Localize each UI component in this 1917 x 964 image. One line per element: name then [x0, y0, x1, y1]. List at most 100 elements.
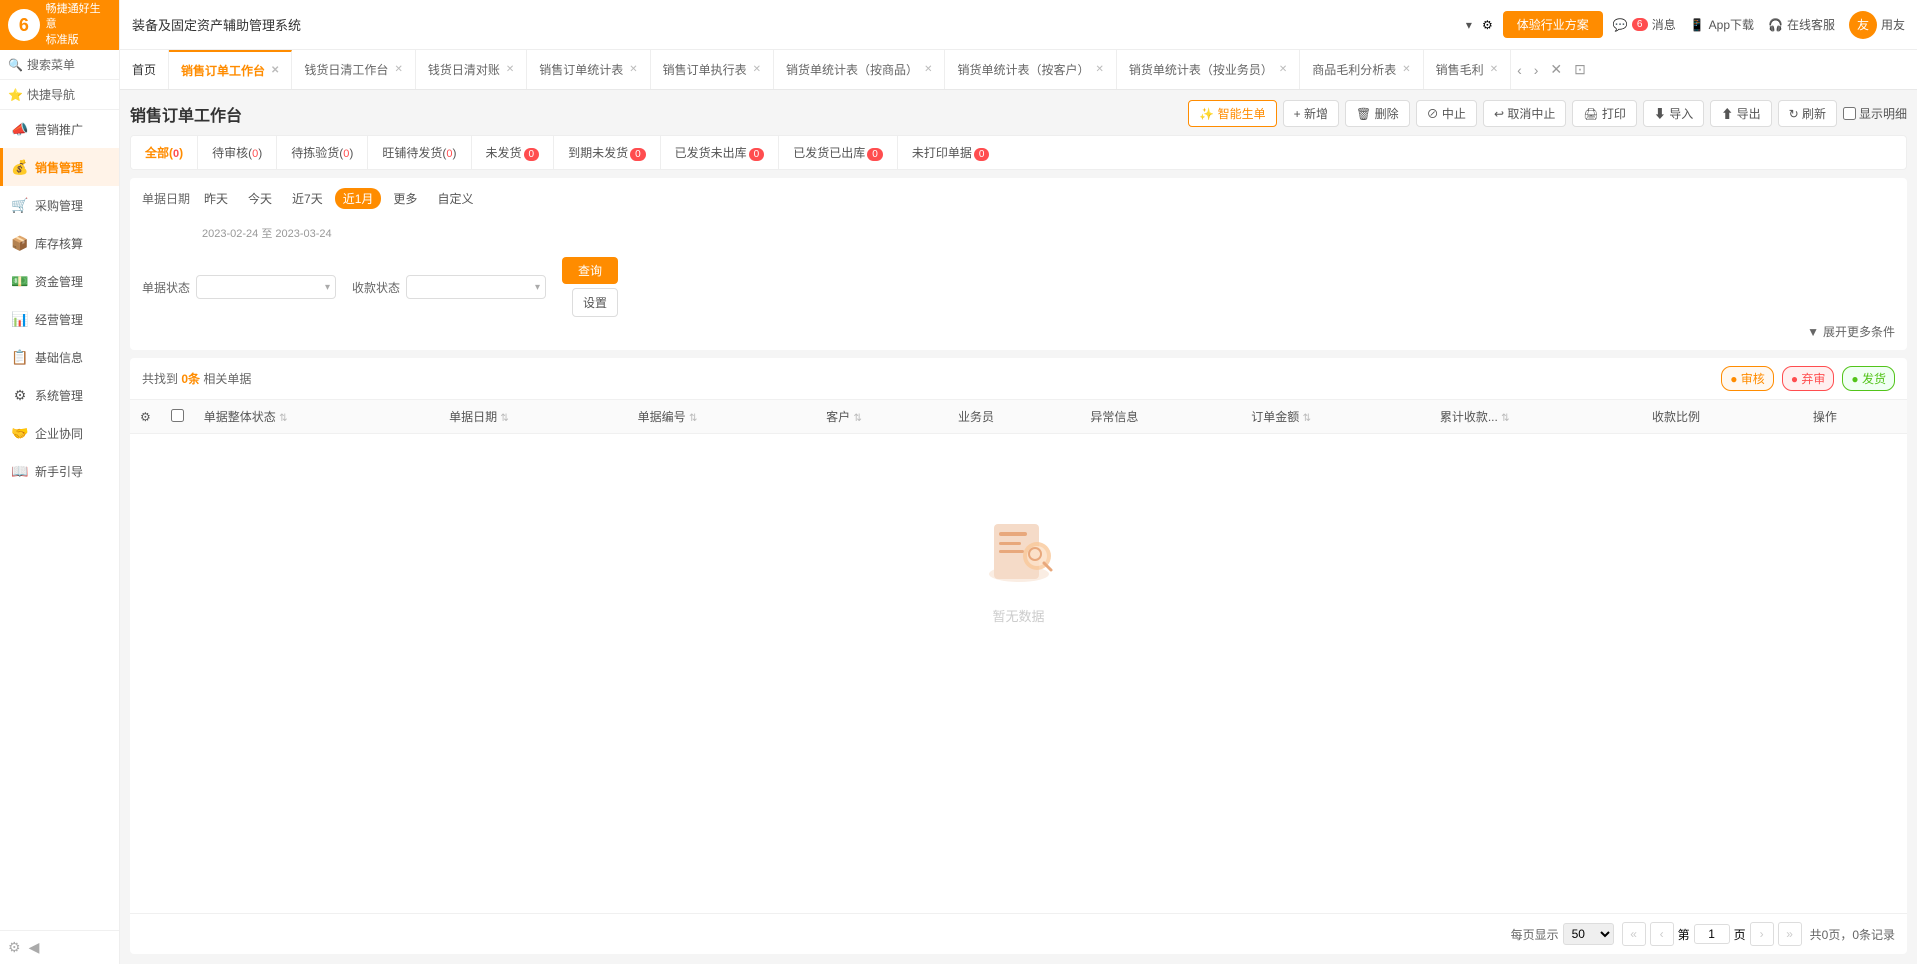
- sidebar-quick-nav[interactable]: ⭐ 快捷导航: [0, 80, 119, 110]
- tab-close-cash-reconcile[interactable]: ✕: [506, 64, 514, 75]
- sort-amount[interactable]: ⇅: [1303, 413, 1311, 424]
- tab-sales-order[interactable]: 销售订单工作台✕: [169, 50, 292, 90]
- export-button[interactable]: ⬆ 导出: [1710, 100, 1771, 127]
- topbar-dropdown[interactable]: ▾: [1466, 18, 1472, 32]
- filter-tab-delivered-in[interactable]: 已发货已出库0: [779, 136, 898, 169]
- tab-margin-analysis[interactable]: 商品毛利分析表 ✕: [1300, 50, 1423, 90]
- date-option-yesterday[interactable]: 昨天: [196, 188, 236, 209]
- sort-status[interactable]: ⇅: [279, 413, 287, 424]
- revoke-button[interactable]: ● 弃审: [1782, 366, 1835, 391]
- filter-tab-not-printed[interactable]: 未打印单据0: [898, 136, 1004, 169]
- audit-button[interactable]: ● 审核: [1721, 366, 1774, 391]
- refresh-button[interactable]: ↻ 刷新: [1778, 100, 1837, 127]
- avatar: 友: [1849, 11, 1877, 39]
- date-option-week[interactable]: 近7天: [284, 188, 331, 209]
- tab-close-sales-sum-staff[interactable]: ✕: [1279, 64, 1287, 75]
- sort-customer[interactable]: ⇅: [854, 413, 862, 424]
- smart-gen-button[interactable]: ✨ 智能生单: [1188, 100, 1276, 127]
- tab-sales-stat[interactable]: 销售订单统计表 ✕: [527, 50, 650, 90]
- delete-button[interactable]: 🗑 删除: [1345, 100, 1410, 127]
- filter-tab-pending[interactable]: 待审核(0): [198, 136, 277, 169]
- message-item[interactable]: 💬 6 消息: [1613, 16, 1676, 33]
- tab-home[interactable]: 首页: [120, 50, 169, 90]
- tab-close-margin-analysis[interactable]: ✕: [1402, 64, 1410, 75]
- sidebar-item-guide[interactable]: 📖新手引导: [0, 452, 119, 490]
- tab-close-sales-sum-product[interactable]: ✕: [924, 64, 932, 75]
- prev-page-button[interactable]: ‹: [1650, 922, 1674, 946]
- import-button[interactable]: ⬇ 导入: [1643, 100, 1704, 127]
- show-detail-checkbox[interactable]: 显示明细: [1843, 105, 1907, 122]
- service-item[interactable]: 🎧 在线客服: [1768, 16, 1835, 33]
- sort-date[interactable]: ⇅: [500, 413, 508, 424]
- tab-scroll-left[interactable]: ‹: [1511, 62, 1528, 78]
- sidebar-item-marketing[interactable]: 📣营销推广: [0, 110, 119, 148]
- sort-number[interactable]: ⇅: [689, 413, 697, 424]
- cancel-stop-button[interactable]: ↩ 取消中止: [1483, 100, 1566, 127]
- app-download-item[interactable]: 📱 App下载: [1690, 16, 1754, 33]
- tab-sales-profit[interactable]: 销售毛利✕: [1424, 50, 1511, 90]
- filter-tab-not-delivered[interactable]: 未发货0: [472, 136, 555, 169]
- tab-close-sales-profit[interactable]: ✕: [1490, 64, 1498, 75]
- tab-sales-sum-staff[interactable]: 销货单统计表（按业务员）✕: [1117, 50, 1300, 90]
- sidebar-item-system[interactable]: ⚙系统管理: [0, 376, 119, 414]
- detail-checkbox-input[interactable]: [1843, 107, 1856, 120]
- settings-icon[interactable]: ⚙: [8, 939, 21, 956]
- date-option-month[interactable]: 近1月: [335, 188, 382, 209]
- tab-close-sales-exec[interactable]: ✕: [753, 64, 761, 75]
- tab-cash-clear[interactable]: 钱货日清工作台✕: [292, 50, 415, 90]
- date-option-more[interactable]: 更多: [385, 188, 425, 209]
- tab-sales-sum-product[interactable]: 销货单统计表（按商品）✕: [774, 50, 945, 90]
- sidebar-item-collab[interactable]: 🤝企业协同: [0, 414, 119, 452]
- check-all[interactable]: [171, 409, 184, 422]
- sidebar-item-finance[interactable]: 💵资金管理: [0, 262, 119, 300]
- tab-sales-exec[interactable]: 销售订单执行表✕: [651, 50, 774, 90]
- sidebar-search[interactable]: 🔍 搜索菜单: [0, 50, 119, 80]
- next-page-button[interactable]: ›: [1750, 922, 1774, 946]
- page-size-select[interactable]: 50 10 20 100: [1563, 923, 1614, 945]
- query-button[interactable]: 查询: [562, 257, 618, 284]
- sort-collected[interactable]: ⇅: [1501, 413, 1509, 424]
- tab-sales-sum-customer[interactable]: 销货单统计表（按客户）✕: [945, 50, 1116, 90]
- sidebar-item-purchase[interactable]: 🛒采购管理: [0, 186, 119, 224]
- empty-text: 暂无数据: [992, 606, 1044, 625]
- tab-close-sales-stat[interactable]: ✕: [629, 64, 637, 75]
- filter-tab-pending-check[interactable]: 待拣验货(0): [277, 136, 368, 169]
- deliver-button[interactable]: ● 发货: [1842, 366, 1895, 391]
- tab-close-all[interactable]: ✕: [1544, 61, 1568, 78]
- tab-close-sales-order[interactable]: ✕: [271, 65, 279, 76]
- sidebar-item-basic[interactable]: 📋基础信息: [0, 338, 119, 376]
- sidebar-item-operation[interactable]: 📊经营管理: [0, 300, 119, 338]
- tab-scroll-right[interactable]: ›: [1528, 62, 1545, 78]
- payment-select[interactable]: [406, 275, 546, 299]
- first-page-button[interactable]: «: [1622, 922, 1646, 946]
- tab-close-cash-clear[interactable]: ✕: [394, 64, 402, 75]
- sidebar-item-inventory[interactable]: 📦库存核算: [0, 224, 119, 262]
- col-settings[interactable]: ⚙: [130, 400, 161, 434]
- page-input[interactable]: [1694, 924, 1730, 944]
- message-icon: 💬: [1613, 18, 1628, 32]
- tab-expand[interactable]: ⊡: [1568, 61, 1592, 78]
- tab-label-margin-analysis: 商品毛利分析表: [1312, 61, 1396, 78]
- stop-button[interactable]: ⊘ 中止: [1416, 100, 1477, 127]
- date-option-custom[interactable]: 自定义: [429, 188, 481, 209]
- expand-button[interactable]: ▼ 展开更多条件: [1807, 323, 1895, 340]
- status-select[interactable]: [196, 275, 336, 299]
- add-button[interactable]: + 新增: [1283, 100, 1339, 127]
- print-button[interactable]: 🖨 打印: [1572, 100, 1637, 127]
- topbar-settings-icon[interactable]: ⚙: [1482, 18, 1493, 32]
- solution-button[interactable]: 体验行业方案: [1503, 11, 1603, 38]
- last-page-button[interactable]: »: [1778, 922, 1802, 946]
- user-item[interactable]: 友 用友: [1849, 11, 1905, 39]
- tab-label-sales-stat: 销售订单统计表: [539, 61, 623, 78]
- sidebar-item-sales[interactable]: 💰销售管理: [0, 148, 119, 186]
- collapse-icon[interactable]: ◀: [29, 939, 40, 956]
- filter-tab-all[interactable]: 全部(0): [131, 136, 198, 169]
- filter-tab-overdue[interactable]: 到期未发货0: [554, 136, 661, 169]
- date-option-today[interactable]: 今天: [240, 188, 280, 209]
- tab-close-sales-sum-customer[interactable]: ✕: [1095, 64, 1103, 75]
- set-button[interactable]: 设置: [572, 288, 618, 317]
- filter-tab-wangpu[interactable]: 旺铺待发货(0): [368, 136, 471, 169]
- tab-cash-reconcile[interactable]: 钱货日清对账✕: [416, 50, 527, 90]
- col-check: [161, 400, 194, 434]
- filter-tab-delivered-out[interactable]: 已发货未出库0: [661, 136, 780, 169]
